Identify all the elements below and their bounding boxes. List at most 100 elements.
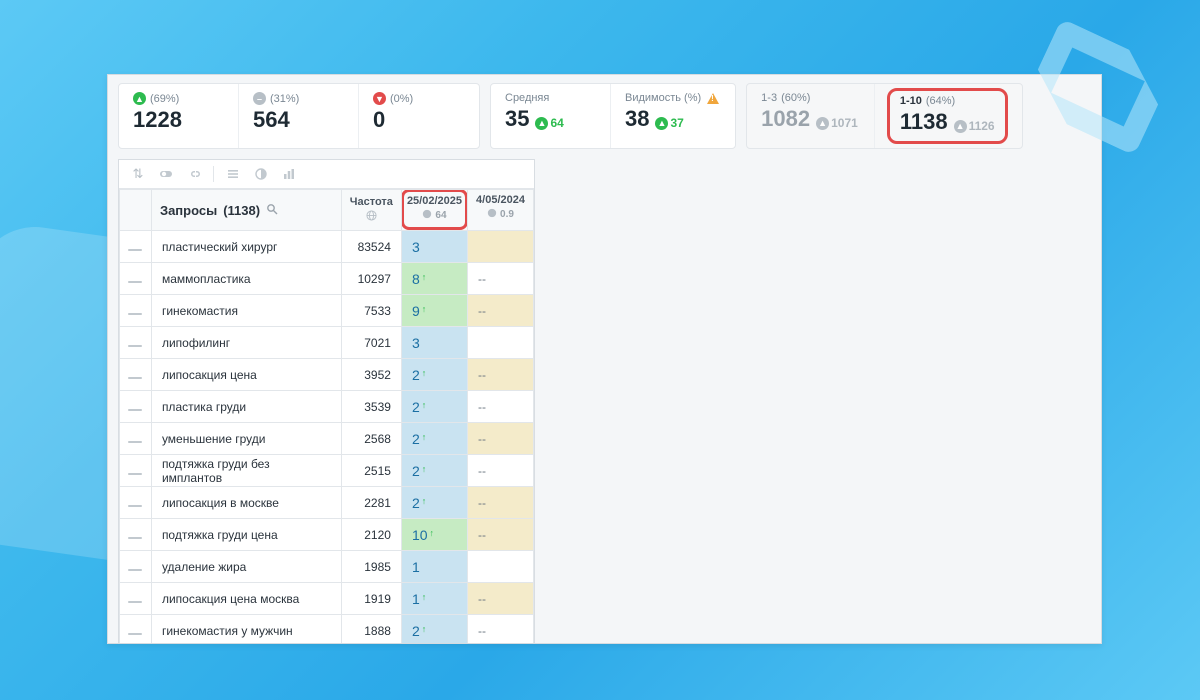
list-icon[interactable] [224, 166, 242, 182]
table-row[interactable]: гинекомастия у мужчин18882↑-- [120, 615, 534, 645]
rank-up-icon: ↑ [422, 400, 427, 410]
table-row[interactable]: пластика груди35392↑-- [120, 391, 534, 423]
drag-handle[interactable] [120, 263, 152, 295]
frequency-cell: 10297 [341, 263, 401, 295]
arrow-up-icon: ▲ [535, 117, 548, 130]
freq-label: Частота [350, 196, 393, 208]
stat-range-1-3[interactable]: 1-3 (60%) 1082 ▲ 1071 [747, 84, 875, 148]
table-row[interactable]: подтяжка груди цена212010↑-- [120, 519, 534, 551]
stat-down-value: 0 [373, 107, 463, 133]
sort-icon[interactable]: ⇅ [129, 166, 147, 182]
rank-cell: 9↑ [401, 295, 467, 327]
rank-cell: 2↑ [401, 359, 467, 391]
table-row[interactable]: подтяжка груди без имплантов25152↑-- [120, 455, 534, 487]
arrow-up-icon: ▲ [133, 92, 146, 105]
rank-cell: 2↑ [401, 487, 467, 519]
frequency-cell: 2515 [341, 455, 401, 487]
stat-avg-label: Средняя [505, 92, 549, 104]
stat-down[interactable]: ▼ (0%) 0 [359, 84, 479, 148]
prev-rank-cell: -- [468, 455, 534, 487]
stat-visibility[interactable]: Видимость (%) 38 ▲ 37 [611, 84, 735, 148]
stat-vis-value: 38 [625, 106, 649, 132]
col-frequency[interactable]: Частота [341, 190, 401, 231]
col-date-previous[interactable]: 4/05/2024 0.9 [468, 190, 534, 231]
drag-handle[interactable] [120, 519, 152, 551]
rank-up-icon: ↑ [430, 528, 435, 538]
rank-cell: 2↑ [401, 391, 467, 423]
stat-group-movement: ▲ (69%) 1228 – (31%) 564 ▼ (0%) 0 [118, 83, 480, 149]
query-cell[interactable]: пластика груди [151, 391, 341, 423]
chart-icon[interactable] [280, 166, 298, 182]
stat-up[interactable]: ▲ (69%) 1228 [119, 84, 239, 148]
drag-handle[interactable] [120, 583, 152, 615]
query-cell[interactable]: подтяжка груди цена [151, 519, 341, 551]
rank-up-icon: ↑ [422, 464, 427, 474]
table-row[interactable]: уменьшение груди25682↑-- [120, 423, 534, 455]
drag-handle[interactable] [120, 231, 152, 263]
link-icon[interactable] [185, 166, 203, 182]
query-cell[interactable]: маммопластика [151, 263, 341, 295]
table-row[interactable]: липофилинг70213 [120, 327, 534, 359]
rank-cell: 2↑ [401, 423, 467, 455]
col-date-current[interactable]: 25/02/2025 64 [401, 190, 467, 231]
stat-r110-label: 1-10 [900, 95, 922, 107]
drag-handle[interactable] [120, 295, 152, 327]
stat-avg[interactable]: Средняя 35 ▲ 64 [491, 84, 611, 148]
query-cell[interactable]: пластический хирург [151, 231, 341, 263]
stats-bar: ▲ (69%) 1228 – (31%) 564 ▼ (0%) 0 [108, 75, 1101, 159]
date1-sub: 64 [435, 210, 446, 221]
table-row[interactable]: липосакция цена москва19191↑-- [120, 583, 534, 615]
rank-up-icon: ↑ [422, 496, 427, 506]
arrow-up-icon: ▲ [816, 117, 829, 130]
query-cell[interactable]: липосакция цена [151, 359, 341, 391]
query-cell[interactable]: липофилинг [151, 327, 341, 359]
warning-icon [707, 93, 719, 104]
query-cell[interactable]: липосакция цена москва [151, 583, 341, 615]
rank-cell: 2↑ [401, 615, 467, 645]
drag-handle[interactable] [120, 359, 152, 391]
stat-same[interactable]: – (31%) 564 [239, 84, 359, 148]
arrow-up-icon: ▲ [655, 117, 668, 130]
query-cell[interactable]: удаление жира [151, 551, 341, 583]
toggle-icon[interactable] [157, 166, 175, 182]
drag-handle[interactable] [120, 327, 152, 359]
col-queries[interactable]: Запросы (1138) [151, 190, 341, 231]
table-body: пластический хирург835243маммопластика10… [120, 231, 534, 645]
prev-rank-cell [468, 231, 534, 263]
rank-cell: 2↑ [401, 455, 467, 487]
search-icon[interactable] [266, 203, 278, 218]
frequency-cell: 2568 [341, 423, 401, 455]
table-row[interactable]: маммопластика102978↑-- [120, 263, 534, 295]
query-cell[interactable]: липосакция в москве [151, 487, 341, 519]
col-handle [120, 190, 152, 231]
stat-avg-value: 35 [505, 106, 529, 132]
drag-handle[interactable] [120, 391, 152, 423]
drag-handle[interactable] [120, 615, 152, 645]
rank-up-icon: ↑ [422, 272, 427, 282]
frequency-cell: 3952 [341, 359, 401, 391]
table-row[interactable]: гинекомастия75339↑-- [120, 295, 534, 327]
stat-group-metrics: Средняя 35 ▲ 64 Видимость (%) 38 [490, 83, 736, 149]
query-cell[interactable]: уменьшение груди [151, 423, 341, 455]
date1: 25/02/2025 [407, 195, 462, 207]
queries-label: Запросы [160, 203, 217, 218]
drag-handle[interactable] [120, 551, 152, 583]
rank-up-icon: ↑ [422, 624, 427, 634]
drag-handle[interactable] [120, 423, 152, 455]
table-row[interactable]: липосакция цена39522↑-- [120, 359, 534, 391]
query-cell[interactable]: гинекомастия у мужчин [151, 615, 341, 645]
drag-handle[interactable] [120, 455, 152, 487]
rank-cell: 10↑ [401, 519, 467, 551]
table-row[interactable]: удаление жира19851 [120, 551, 534, 583]
prev-rank-cell [468, 327, 534, 359]
prev-rank-cell: -- [468, 391, 534, 423]
table-row[interactable]: пластический хирург835243 [120, 231, 534, 263]
highlight-frame: 1-10 (64%) 1138 ▲ 1126 [887, 88, 1008, 144]
toolbar-divider [213, 166, 214, 182]
query-cell[interactable]: гинекомастия [151, 295, 341, 327]
table-row[interactable]: липосакция в москве22812↑-- [120, 487, 534, 519]
query-cell[interactable]: подтяжка груди без имплантов [151, 455, 341, 487]
stat-range-1-10[interactable]: 1-10 (64%) 1138 ▲ 1126 [875, 84, 1022, 148]
contrast-icon[interactable] [252, 166, 270, 182]
drag-handle[interactable] [120, 487, 152, 519]
